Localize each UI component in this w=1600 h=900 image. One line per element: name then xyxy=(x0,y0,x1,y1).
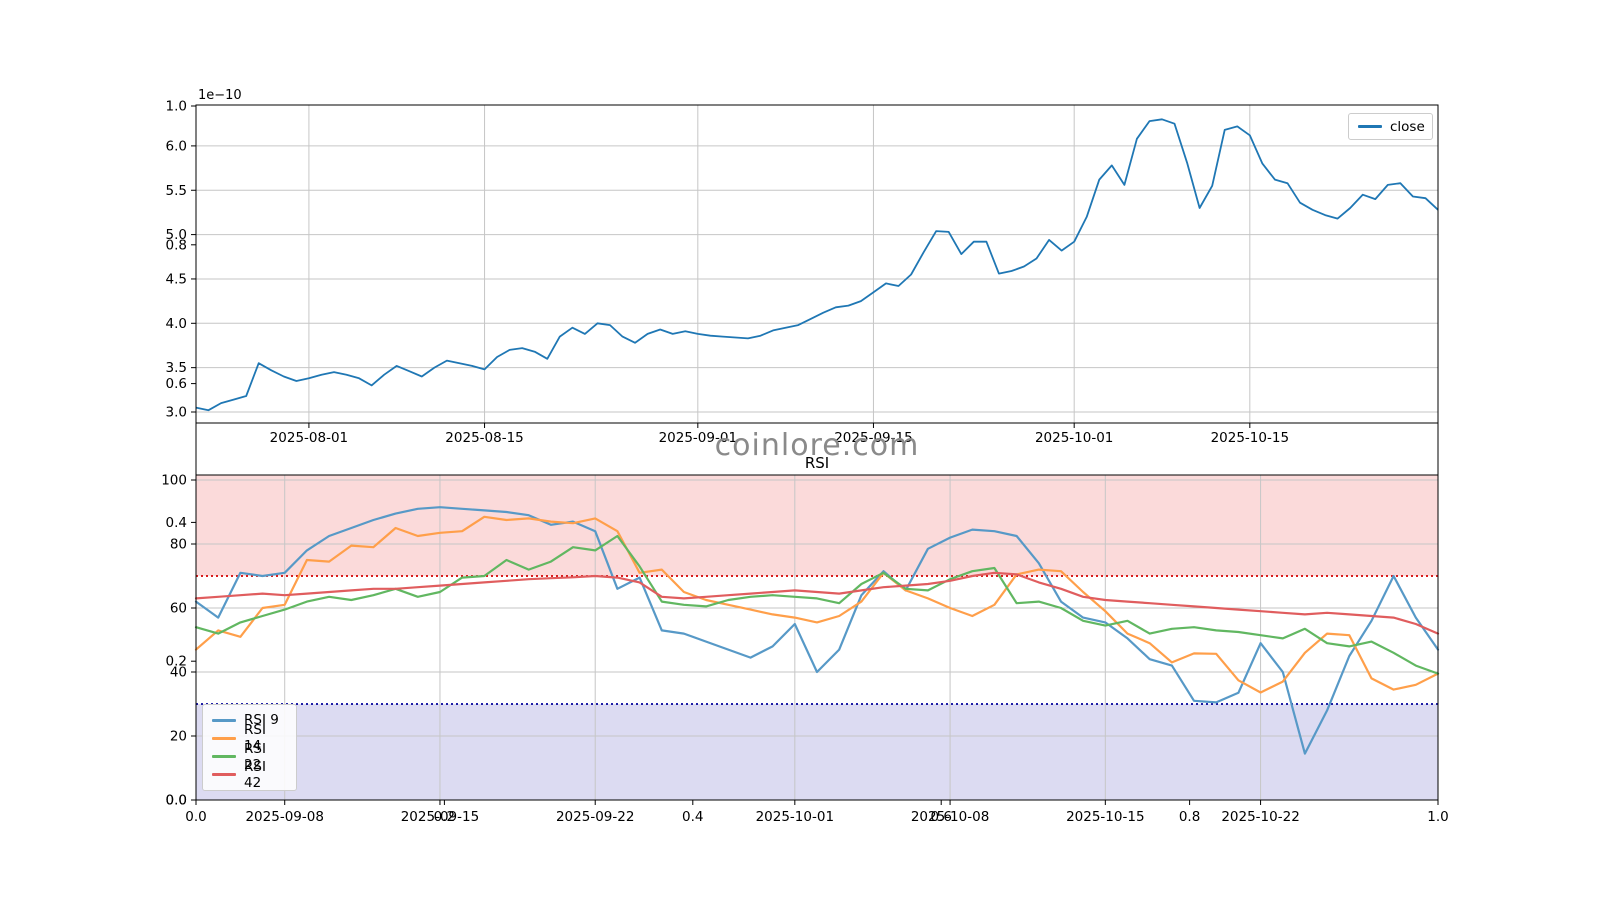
rsi42-legend-swatch xyxy=(212,773,236,777)
price-y-tick-label: 4.5 xyxy=(166,271,187,287)
rsi-panel-title: RSI xyxy=(804,454,830,472)
close-line xyxy=(195,118,1439,412)
overlay-y-tick-label: 0.4 xyxy=(166,515,187,531)
price-x-tick-label: 2025-10-01 xyxy=(1035,430,1113,446)
oversold-band xyxy=(196,704,1438,800)
chart-figure: 3.0 3.5 4.0 4.5 5.0 5.5 6.0 0.0 0.2 0.4 0.6 0.8 1.0 2… xyxy=(0,0,1600,900)
overbought-band xyxy=(196,475,1438,576)
price-x-tick-label: 2025-10-15 xyxy=(1211,430,1289,446)
overlay-y-tick-label: 0.6 xyxy=(166,376,187,392)
rsi-x-tick-label: 2025-10-22 xyxy=(1221,809,1299,825)
y-axis-offset-label: 1e−10 xyxy=(198,88,242,103)
price-legend: close xyxy=(1348,113,1433,140)
rsi42-legend-label: RSI 42 xyxy=(244,758,266,791)
rsi14-legend-swatch xyxy=(212,736,236,740)
rsi-y-tick-label: 80 xyxy=(170,537,187,553)
rsi-legend-entry: RSI 42 xyxy=(212,759,287,791)
close-legend-label: close xyxy=(1390,118,1425,135)
close-legend-swatch xyxy=(1358,125,1382,128)
rsi-y-tick-label: 20 xyxy=(170,729,187,745)
price-x-tick-label: 2025-08-01 xyxy=(270,430,348,446)
rsi-x-tick-label: 2025-09-22 xyxy=(556,809,634,825)
overlay-x-tick-label: 0.6 xyxy=(930,809,951,825)
rsi-x-tick-label: 2025-10-01 xyxy=(756,809,834,825)
rsi9-legend-swatch xyxy=(212,718,236,722)
rsi-y-tick-label: 60 xyxy=(170,601,187,617)
rsi-y-tick-label: 100 xyxy=(161,473,187,489)
rsi-y-tick-label: 0.0 xyxy=(166,793,187,809)
rsi-x-tick-label: 2025-10-15 xyxy=(1066,809,1144,825)
overlay-x-tick-label: 0.8 xyxy=(1179,809,1200,825)
price-y-tick-label: 6.0 xyxy=(166,138,187,154)
overlay-x-tick-label: 0.2 xyxy=(434,809,455,825)
overlay-y-tick-label: 0.8 xyxy=(166,237,187,253)
price-x-tick-label: 2025-08-15 xyxy=(445,430,523,446)
price-y-tick-label: 3.0 xyxy=(166,405,187,421)
rsi22-legend-swatch xyxy=(212,755,236,759)
overlay-x-tick-label: 0.4 xyxy=(682,809,703,825)
line-rsi-42 xyxy=(194,571,1440,635)
overlay-x-tick-label: 0.0 xyxy=(185,809,206,825)
price-y-tick-label: 5.5 xyxy=(166,183,187,199)
rsi-y-tick-label: 40 xyxy=(170,665,187,681)
overlay-y-tick-label: 1.0 xyxy=(166,99,187,115)
overlay-x-tick-label: 1.0 xyxy=(1427,809,1448,825)
rsi-legend: RSI 9 RSI 14 RSI 22 RSI 42 xyxy=(202,704,297,791)
rsi-x-tick-label: 2025-09-08 xyxy=(245,809,323,825)
price-y-tick-label: 3.5 xyxy=(166,360,187,376)
price-y-tick-label: 4.0 xyxy=(166,316,187,332)
